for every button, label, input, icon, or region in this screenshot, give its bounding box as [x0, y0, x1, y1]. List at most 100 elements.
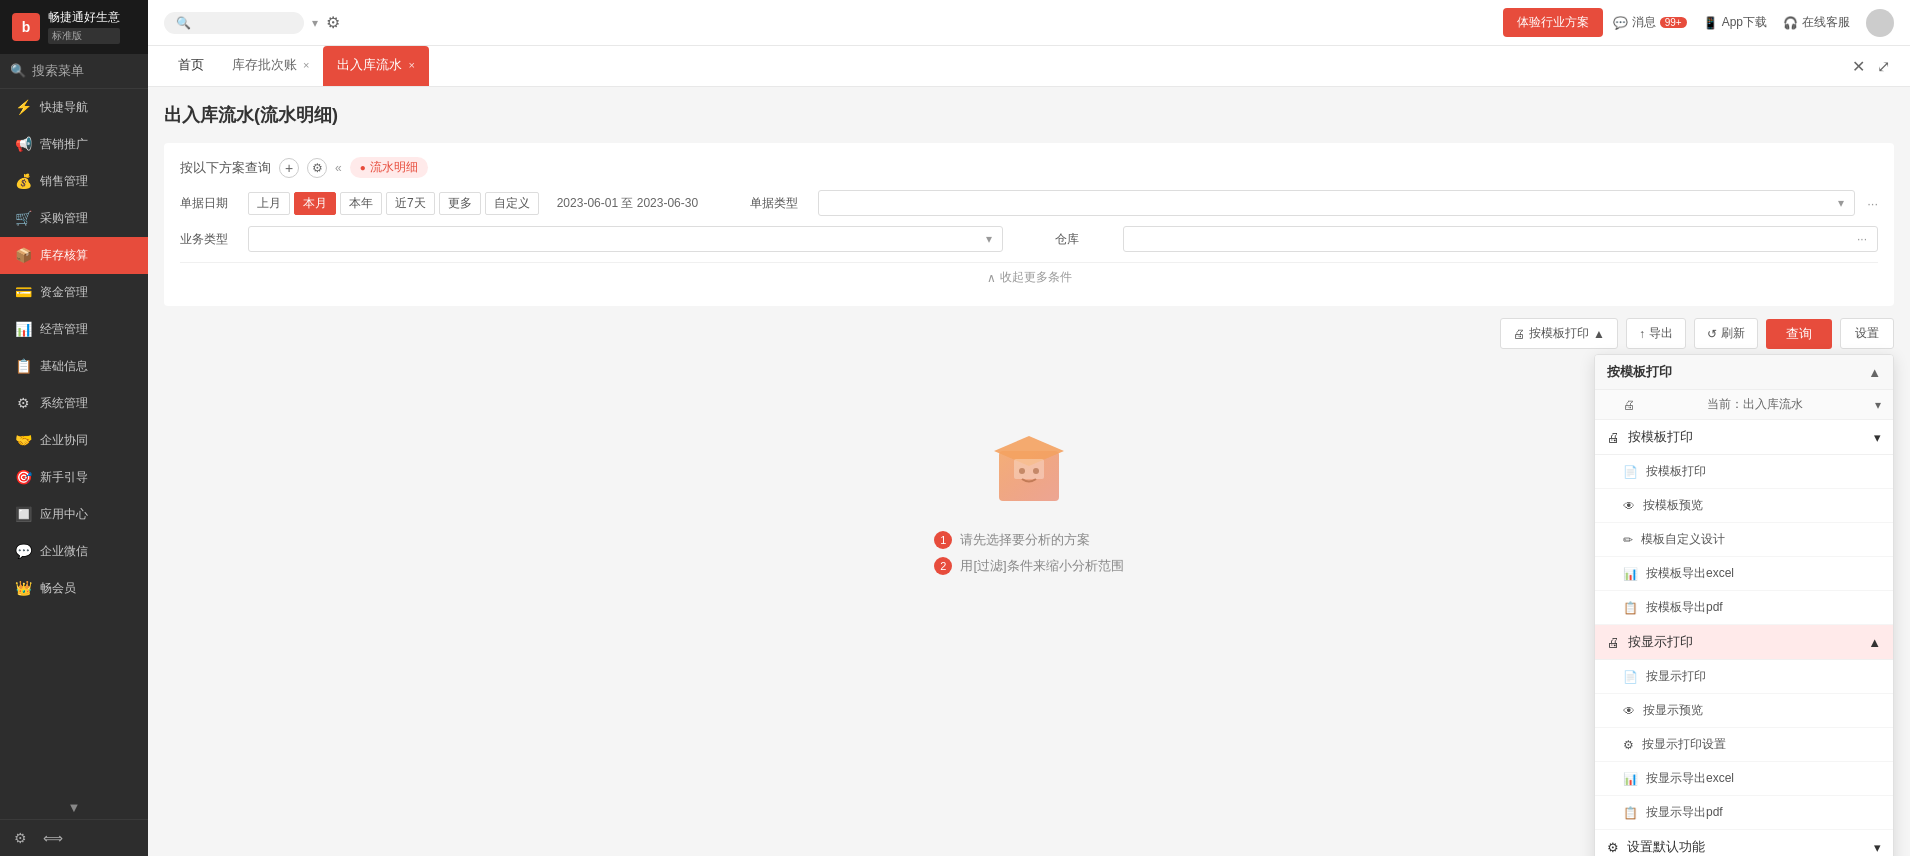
sidebar-item-wechat[interactable]: 💬 企业微信 [0, 533, 148, 570]
online-service-btn[interactable]: 🎧 在线客服 [1783, 14, 1850, 31]
search-icon: 🔍 [176, 16, 191, 30]
sidebar-item-purchase[interactable]: 🛒 采购管理 [0, 200, 148, 237]
sidebar-item-app-center[interactable]: 🔲 应用中心 [0, 496, 148, 533]
template-section-label: 🖨 按模板打印 [1607, 428, 1693, 446]
warehouse-label: 仓库 [1055, 231, 1111, 248]
print-item-template-pdf[interactable]: 📋 按模板导出pdf [1595, 591, 1893, 625]
avatar[interactable] [1866, 9, 1894, 37]
print-btn[interactable]: 🖨 按模板打印 ▲ [1500, 318, 1618, 349]
warehouse-dropdown[interactable]: ··· [1123, 226, 1878, 252]
header-settings-icon[interactable]: ⚙ [326, 13, 340, 32]
print-panel-header: 按模板打印 ▲ [1595, 355, 1893, 390]
print-item-display-print[interactable]: 📄 按显示打印 [1595, 660, 1893, 694]
date-btn-this-year[interactable]: 本年 [340, 192, 382, 215]
type-tag: ● 流水明细 [350, 157, 428, 178]
tab-batch[interactable]: 库存批次账 × [218, 46, 323, 86]
newbie-icon: 🎯 [14, 469, 32, 485]
tab-maximize-btn[interactable]: ⤢ [1873, 53, 1894, 80]
tab-close-all-btn[interactable]: ✕ [1848, 53, 1869, 80]
sidebar-item-newbie[interactable]: 🎯 新手引导 [0, 459, 148, 496]
app-center-icon: 🔲 [14, 506, 32, 522]
export-btn[interactable]: ↑ 导出 [1626, 318, 1686, 349]
filter-header-label: 按以下方案查询 [180, 159, 271, 177]
tab-home[interactable]: 首页 [164, 46, 218, 86]
display-section-header[interactable]: 🖨 按显示打印 ▲ [1595, 625, 1893, 660]
sidebar: b 畅捷通好生意 标准版 🔍 搜索菜单 ⚡ 快捷导航 📢 营销推广 💰 销售管理… [0, 0, 148, 856]
online-service-label: 在线客服 [1802, 14, 1850, 31]
sidebar-item-quick-nav[interactable]: ⚡ 快捷导航 [0, 89, 148, 126]
tab-batch-close[interactable]: × [303, 59, 309, 71]
finance-icon: 💳 [14, 284, 32, 300]
collapse-bar[interactable]: ∧ 收起更多条件 [180, 262, 1878, 292]
sidebar-item-basic[interactable]: 📋 基础信息 [0, 348, 148, 385]
sidebar-item-sales[interactable]: 💰 销售管理 [0, 163, 148, 200]
sidebar-item-inventory[interactable]: 📦 库存核算 [0, 237, 148, 274]
tab-flow-close[interactable]: × [408, 59, 414, 71]
refresh-btn[interactable]: ↺ 刷新 [1694, 318, 1758, 349]
sidebar-scroll-down[interactable]: ▼ [0, 796, 148, 819]
sidebar-item-label: 营销推广 [40, 136, 88, 153]
app-download-btn[interactable]: 📱 App下载 [1703, 14, 1767, 31]
display-pdf-icon: 📋 [1623, 806, 1638, 820]
print-item-display-pdf[interactable]: 📋 按显示导出pdf [1595, 796, 1893, 830]
print-item-template-custom[interactable]: ✏ 模板自定义设计 [1595, 523, 1893, 557]
sidebar-item-enterprise[interactable]: 🤝 企业协同 [0, 422, 148, 459]
header-left: 🔍 ▾ ⚙ [164, 12, 1493, 34]
sidebar-item-finance[interactable]: 💳 资金管理 [0, 274, 148, 311]
display-print-icon: 🖨 [1607, 635, 1620, 650]
print-item-label: 按显示打印设置 [1642, 736, 1726, 753]
default-section-header[interactable]: ⚙ 设置默认功能 ▾ [1595, 830, 1893, 856]
date-quick-btns: 上月 本月 本年 近7天 更多 自定义 [248, 192, 539, 215]
print-item-template-print[interactable]: 📄 按模板打印 [1595, 455, 1893, 489]
template-section-header[interactable]: 🖨 按模板打印 ▾ [1595, 420, 1893, 455]
print-item-display-excel[interactable]: 📊 按显示导出excel [1595, 762, 1893, 796]
step2-label: 用[过滤]条件来缩小分析范围 [960, 557, 1123, 575]
export-icon: ↑ [1639, 327, 1645, 341]
filter-row-date: 单据日期 上月 本月 本年 近7天 更多 自定义 2023-06-01 至 20… [180, 190, 1878, 216]
filter-settings-btn[interactable]: ⚙ [307, 158, 327, 178]
print-item-display-preview[interactable]: 👁 按显示预览 [1595, 694, 1893, 728]
message-label: 消息 [1632, 14, 1656, 31]
query-btn[interactable]: 查询 [1766, 319, 1832, 349]
filter-add-btn[interactable]: + [279, 158, 299, 178]
business-type-dropdown[interactable]: ▾ [248, 226, 1003, 252]
collapse-label: 收起更多条件 [1000, 269, 1072, 286]
header-dropdown-icon[interactable]: ▾ [312, 16, 318, 30]
sidebar-item-system[interactable]: ⚙ 系统管理 [0, 385, 148, 422]
type-tag-label: 流水明细 [370, 159, 418, 176]
print-current-label[interactable]: 🖨 当前：出入库流水 ▾ [1595, 390, 1893, 420]
bottom-expand-icon[interactable]: ⟺ [43, 830, 63, 846]
industry-btn[interactable]: 体验行业方案 [1503, 8, 1603, 37]
print-item-label: 按模板导出excel [1646, 565, 1734, 582]
sidebar-item-marketing[interactable]: 📢 营销推广 [0, 126, 148, 163]
print-item-display-settings[interactable]: ⚙ 按显示打印设置 [1595, 728, 1893, 762]
header-search-box[interactable]: 🔍 [164, 12, 304, 34]
tab-flow[interactable]: 出入库流水 × [323, 46, 428, 86]
default-section-chevron: ▾ [1874, 840, 1881, 855]
doc-type-dropdown[interactable]: ▾ [818, 190, 1855, 216]
more-icon: ··· [1857, 232, 1867, 246]
date-btn-custom[interactable]: 自定义 [485, 192, 539, 215]
sidebar-item-operations[interactable]: 📊 经营管理 [0, 311, 148, 348]
date-label: 单据日期 [180, 195, 236, 212]
print-item-template-excel[interactable]: 📊 按模板导出excel [1595, 557, 1893, 591]
print-item-template-preview[interactable]: 👁 按模板预览 [1595, 489, 1893, 523]
message-btn[interactable]: 💬 消息 99+ [1613, 14, 1687, 31]
date-btn-more[interactable]: 更多 [439, 192, 481, 215]
date-btn-last-month[interactable]: 上月 [248, 192, 290, 215]
sidebar-item-label: 新手引导 [40, 469, 88, 486]
sidebar-item-member[interactable]: 👑 畅会员 [0, 570, 148, 607]
filter-collapse-btn[interactable]: « [335, 161, 342, 175]
doc-type-more-icon[interactable]: ··· [1867, 196, 1878, 211]
service-icon: 🎧 [1783, 16, 1798, 30]
empty-step-2: 2 用[过滤]条件来缩小分析范围 [934, 557, 1123, 575]
date-btn-this-month[interactable]: 本月 [294, 192, 336, 215]
date-btn-last7[interactable]: 近7天 [386, 192, 435, 215]
bottom-settings-icon[interactable]: ⚙ [14, 830, 27, 846]
print-panel-collapse-btn[interactable]: ▲ [1868, 365, 1881, 380]
sidebar-search[interactable]: 🔍 搜索菜单 [0, 54, 148, 89]
settings-btn[interactable]: 设置 [1840, 318, 1894, 349]
export-label: 导出 [1649, 325, 1673, 342]
header-right: 💬 消息 99+ 📱 App下载 🎧 在线客服 [1613, 9, 1894, 37]
filter-header: 按以下方案查询 + ⚙ « ● 流水明细 [180, 157, 1878, 178]
